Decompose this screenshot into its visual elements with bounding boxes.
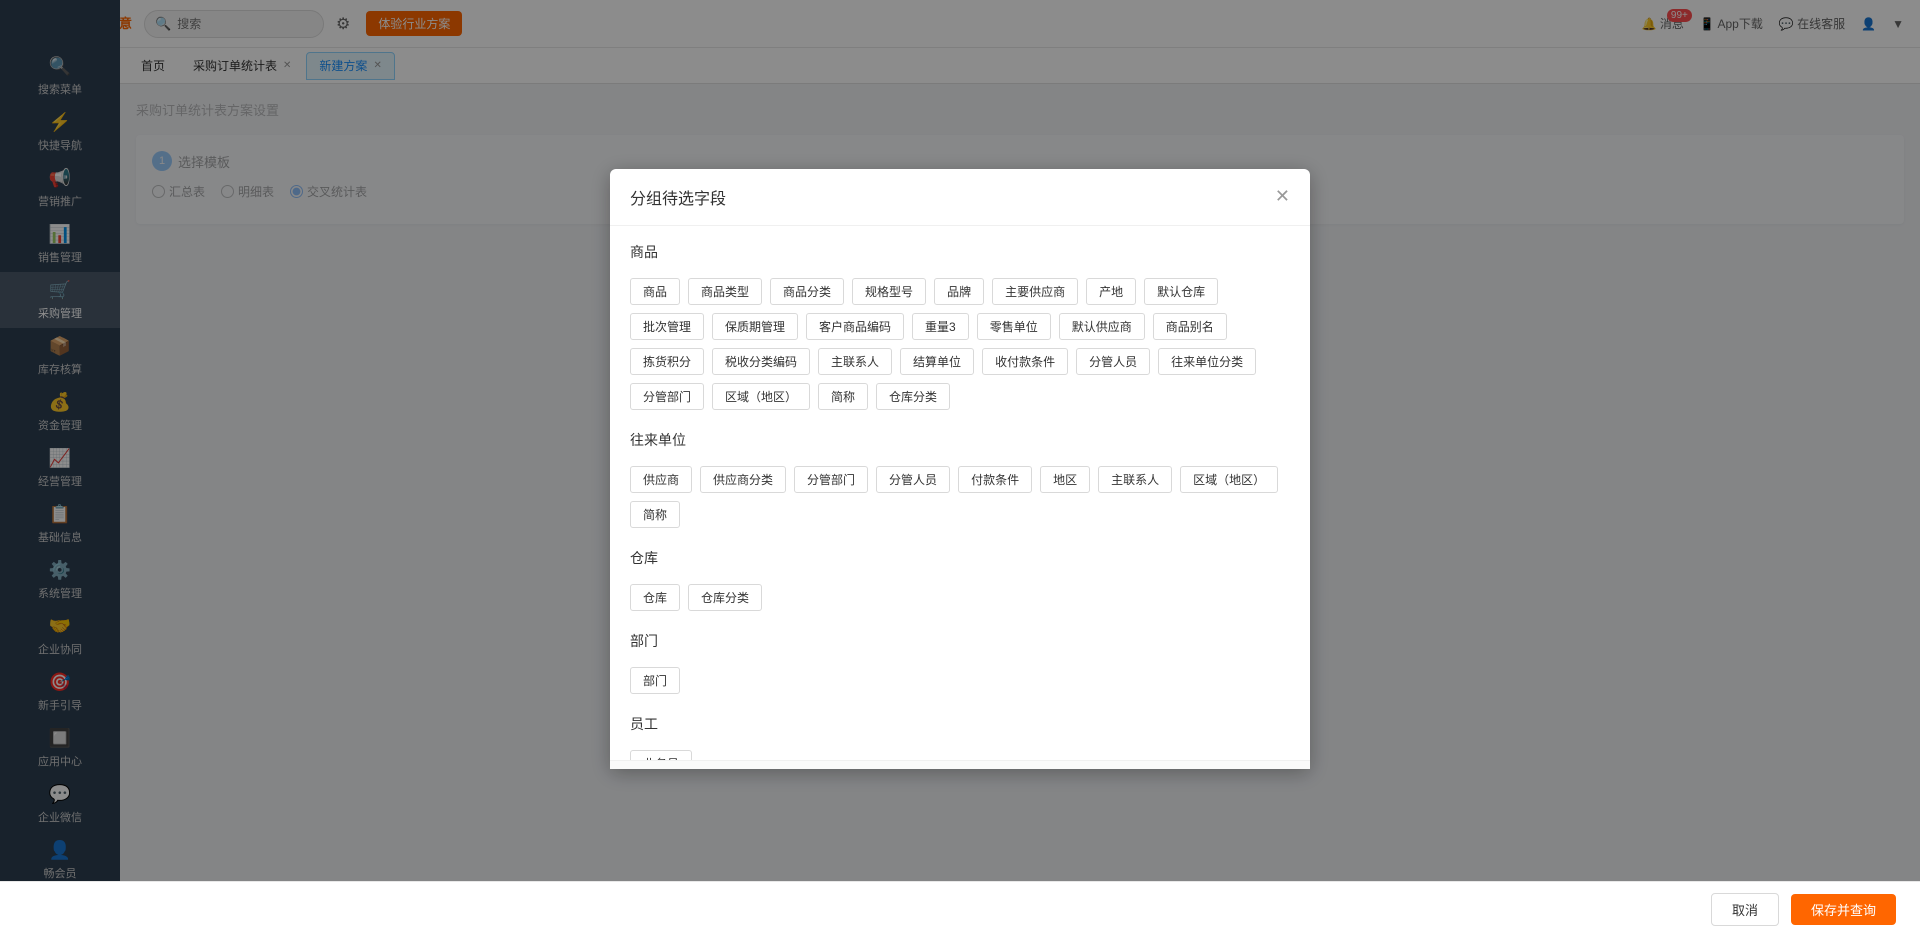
field-tag-1-5[interactable]: 地区 bbox=[1040, 466, 1090, 493]
modal-body[interactable]: 商品商品商品类型商品分类规格型号品牌主要供应商产地默认仓库批次管理保质期管理客户… bbox=[610, 226, 1310, 760]
field-tag-0-21[interactable]: 往来单位分类 bbox=[1158, 348, 1256, 375]
action-bar: 取消 保存并查询 bbox=[0, 881, 1920, 937]
field-tag-0-2[interactable]: 商品分类 bbox=[770, 278, 844, 305]
section-title-3: 部门 bbox=[630, 631, 1290, 657]
field-tag-0-16[interactable]: 税收分类编码 bbox=[712, 348, 810, 375]
modal-title: 分组待选字段 bbox=[630, 185, 726, 209]
field-grid-4: 业务员 bbox=[630, 750, 1290, 760]
field-tag-1-6[interactable]: 主联系人 bbox=[1098, 466, 1172, 493]
field-tag-0-17[interactable]: 主联系人 bbox=[818, 348, 892, 375]
field-grid-2: 仓库仓库分类 bbox=[630, 584, 1290, 611]
field-tag-1-7[interactable]: 区域（地区） bbox=[1180, 466, 1278, 493]
section-title-4: 员工 bbox=[630, 714, 1290, 740]
section-2: 仓库仓库仓库分类 bbox=[630, 548, 1290, 611]
section-4: 员工业务员 bbox=[630, 714, 1290, 760]
field-grid-1: 供应商供应商分类分管部门分管人员付款条件地区主联系人区域（地区） 简称 bbox=[630, 466, 1290, 528]
section-title-0: 商品 bbox=[630, 242, 1290, 268]
field-tag-0-7[interactable]: 默认仓库 bbox=[1144, 278, 1218, 305]
field-tag-0-18[interactable]: 结算单位 bbox=[900, 348, 974, 375]
field-tag-2-1[interactable]: 仓库分类 bbox=[688, 584, 762, 611]
field-tag-0-25[interactable]: 仓库分类 bbox=[876, 383, 950, 410]
field-tag-0-9[interactable]: 保质期管理 bbox=[712, 313, 798, 340]
section-title-2: 仓库 bbox=[630, 548, 1290, 574]
field-tag-0-11[interactable]: 重量3 bbox=[912, 313, 969, 340]
field-tag-0-15[interactable]: 拣货积分 bbox=[630, 348, 704, 375]
section-3: 部门部门 bbox=[630, 631, 1290, 694]
field-tag-0-20[interactable]: 分管人员 bbox=[1076, 348, 1150, 375]
field-tag-3-0[interactable]: 部门 bbox=[630, 667, 680, 694]
field-tag-0-3[interactable]: 规格型号 bbox=[852, 278, 926, 305]
modal-overlay: 分组待选字段 ✕ 商品商品商品类型商品分类规格型号品牌主要供应商产地默认仓库批次… bbox=[0, 0, 1920, 937]
field-tag-0-6[interactable]: 产地 bbox=[1086, 278, 1136, 305]
field-tag-1-3[interactable]: 分管人员 bbox=[876, 466, 950, 493]
field-tag-0-5[interactable]: 主要供应商 bbox=[992, 278, 1078, 305]
modal-close-button[interactable]: ✕ bbox=[1275, 186, 1290, 207]
field-tag-0-10[interactable]: 客户商品编码 bbox=[806, 313, 904, 340]
field-tag-0-14[interactable]: 商品别名 bbox=[1153, 313, 1227, 340]
horizontal-scrollbar[interactable] bbox=[610, 760, 1310, 769]
modal-dialog: 分组待选字段 ✕ 商品商品商品类型商品分类规格型号品牌主要供应商产地默认仓库批次… bbox=[610, 169, 1310, 769]
save-button[interactable]: 保存并查询 bbox=[1791, 894, 1896, 925]
modal-header: 分组待选字段 ✕ bbox=[610, 169, 1310, 226]
field-tag-0-24[interactable]: 简称 bbox=[818, 383, 868, 410]
field-tag-1-0[interactable]: 供应商 bbox=[630, 466, 692, 493]
field-tag-1-1[interactable]: 供应商分类 bbox=[700, 466, 786, 493]
field-tag-1-2[interactable]: 分管部门 bbox=[794, 466, 868, 493]
field-tag-1-8[interactable]: 简称 bbox=[630, 501, 680, 528]
section-1: 往来单位供应商供应商分类分管部门分管人员付款条件地区主联系人区域（地区） 简称 bbox=[630, 430, 1290, 528]
field-tag-1-4[interactable]: 付款条件 bbox=[958, 466, 1032, 493]
field-tag-0-0[interactable]: 商品 bbox=[630, 278, 680, 305]
field-tag-0-8[interactable]: 批次管理 bbox=[630, 313, 704, 340]
field-grid-0: 商品商品类型商品分类规格型号品牌主要供应商产地默认仓库批次管理保质期管理客户商品… bbox=[630, 278, 1290, 410]
field-tag-2-0[interactable]: 仓库 bbox=[630, 584, 680, 611]
field-grid-3: 部门 bbox=[630, 667, 1290, 694]
field-tag-0-23[interactable]: 区域（地区） bbox=[712, 383, 810, 410]
field-tag-0-19[interactable]: 收付款条件 bbox=[982, 348, 1068, 375]
field-tag-0-4[interactable]: 品牌 bbox=[934, 278, 984, 305]
cancel-button[interactable]: 取消 bbox=[1711, 893, 1779, 926]
field-tag-0-1[interactable]: 商品类型 bbox=[688, 278, 762, 305]
field-tag-0-22[interactable]: 分管部门 bbox=[630, 383, 704, 410]
field-tag-4-0[interactable]: 业务员 bbox=[630, 750, 692, 760]
field-tag-0-12[interactable]: 零售单位 bbox=[977, 313, 1051, 340]
section-0: 商品商品商品类型商品分类规格型号品牌主要供应商产地默认仓库批次管理保质期管理客户… bbox=[630, 242, 1290, 410]
field-tag-0-13[interactable]: 默认供应商 bbox=[1059, 313, 1145, 340]
section-title-1: 往来单位 bbox=[630, 430, 1290, 456]
